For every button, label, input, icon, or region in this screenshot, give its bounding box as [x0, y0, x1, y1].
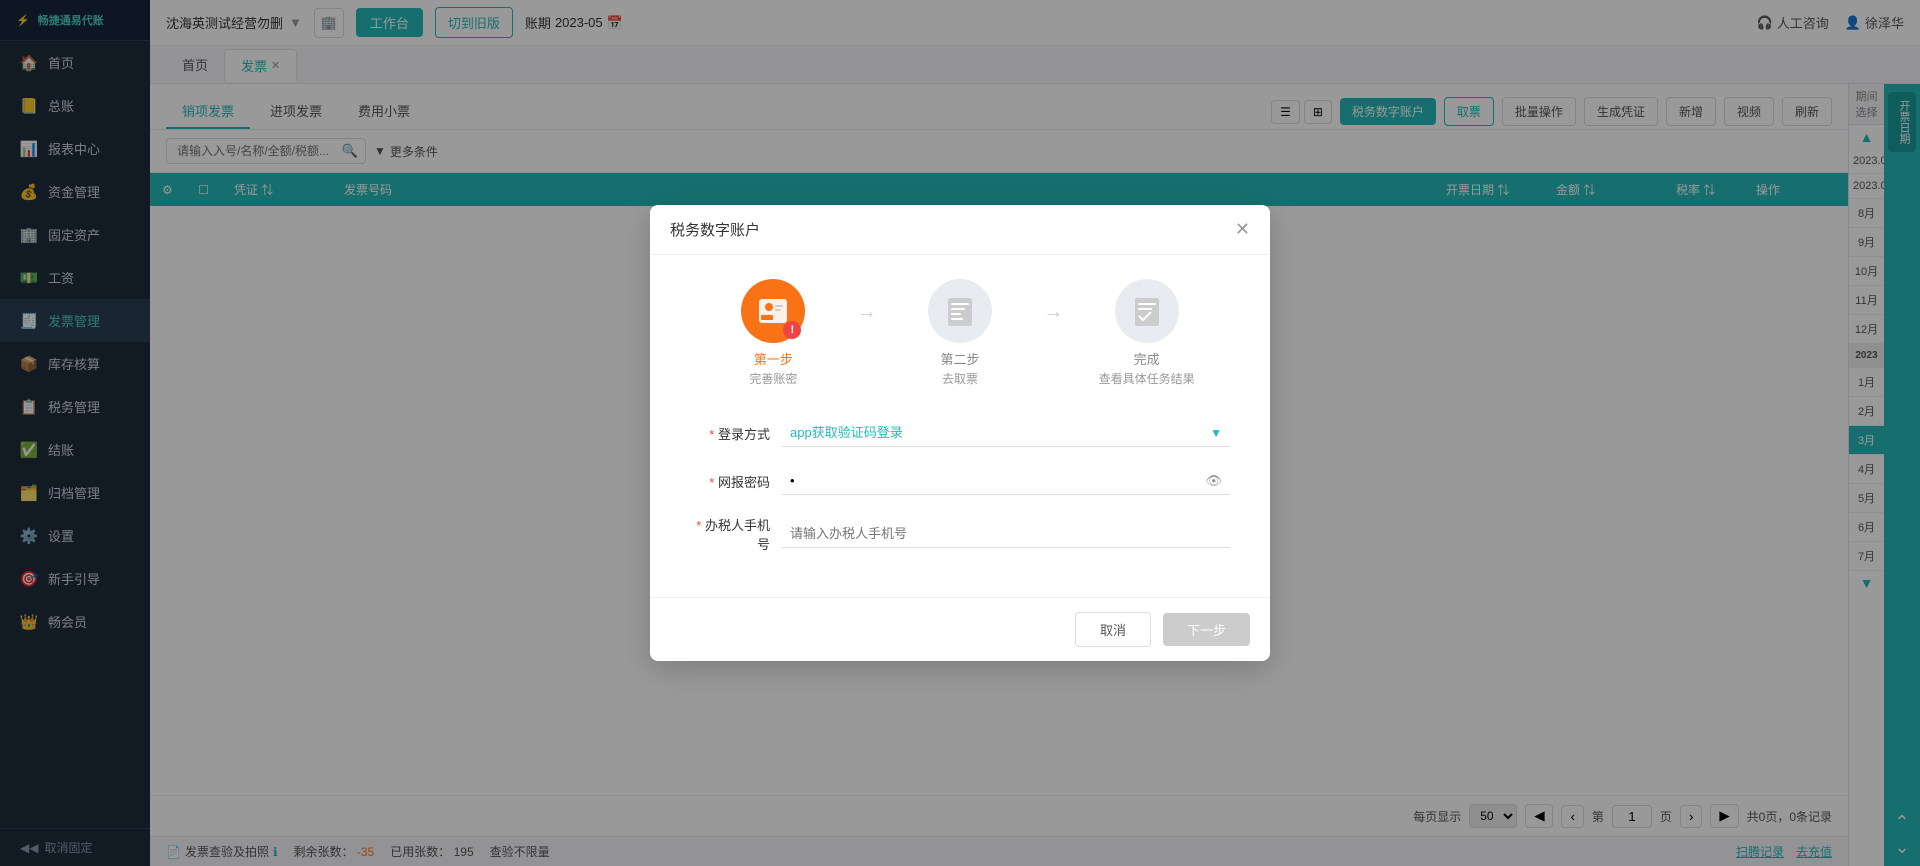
steps-indicator: ! 第一步 完善账密 →	[690, 279, 1230, 387]
arrow-1: →	[857, 301, 877, 324]
step-2-icon	[928, 279, 992, 343]
step-2: 第二步 去取票	[877, 279, 1044, 387]
step-3-icon	[1115, 279, 1179, 343]
phone-row: * 办税人手机号	[690, 515, 1230, 553]
modal-form: * 登录方式 app获取验证码登录 ▼ * 网报密码	[690, 419, 1230, 553]
modal-overlay[interactable]: 税务数字账户 ✕	[0, 0, 1920, 866]
login-method-select[interactable]: app获取验证码登录	[782, 419, 1230, 447]
modal-footer: 取消 下一步	[650, 597, 1270, 661]
modal-close-btn[interactable]: ✕	[1235, 219, 1250, 240]
step-3-label: 完成	[1134, 349, 1160, 368]
step-1: ! 第一步 完善账密	[690, 279, 857, 387]
step-1-desc: 完善账密	[749, 370, 797, 387]
step-3-desc: 查看具体任务结果	[1099, 370, 1195, 387]
step-2-label: 第二步	[941, 349, 980, 368]
next-button[interactable]: 下一步	[1163, 613, 1250, 646]
step-1-error-badge: !	[783, 321, 801, 339]
modal-title: 税务数字账户	[670, 219, 760, 240]
phone-label: * 办税人手机号	[690, 515, 770, 553]
password-toggle-icon[interactable]: 👁	[1205, 473, 1222, 489]
step-2-desc: 去取票	[942, 370, 978, 387]
fetch-ticket-icon	[943, 294, 977, 328]
step-3: 完成 查看具体任务结果	[1063, 279, 1230, 387]
password-label: * 网报密码	[690, 472, 770, 491]
login-method-select-wrap: app获取验证码登录 ▼	[782, 419, 1230, 447]
complete-icon	[1130, 294, 1164, 328]
password-input[interactable]	[782, 467, 1230, 495]
modal-body: ! 第一步 完善账密 →	[650, 255, 1270, 597]
login-method-label: * 登录方式	[690, 424, 770, 443]
step-1-label: 第一步	[754, 349, 793, 368]
modal-header: 税务数字账户 ✕	[650, 205, 1270, 255]
password-row: * 网报密码 👁	[690, 467, 1230, 495]
password-wrap: 👁	[782, 467, 1230, 495]
arrow-2: →	[1043, 301, 1063, 324]
phone-input[interactable]	[782, 520, 1230, 548]
cancel-button[interactable]: 取消	[1075, 612, 1151, 647]
login-method-row: * 登录方式 app获取验证码登录 ▼	[690, 419, 1230, 447]
tax-digital-modal: 税务数字账户 ✕	[650, 205, 1270, 661]
step-1-icon: !	[741, 279, 805, 343]
